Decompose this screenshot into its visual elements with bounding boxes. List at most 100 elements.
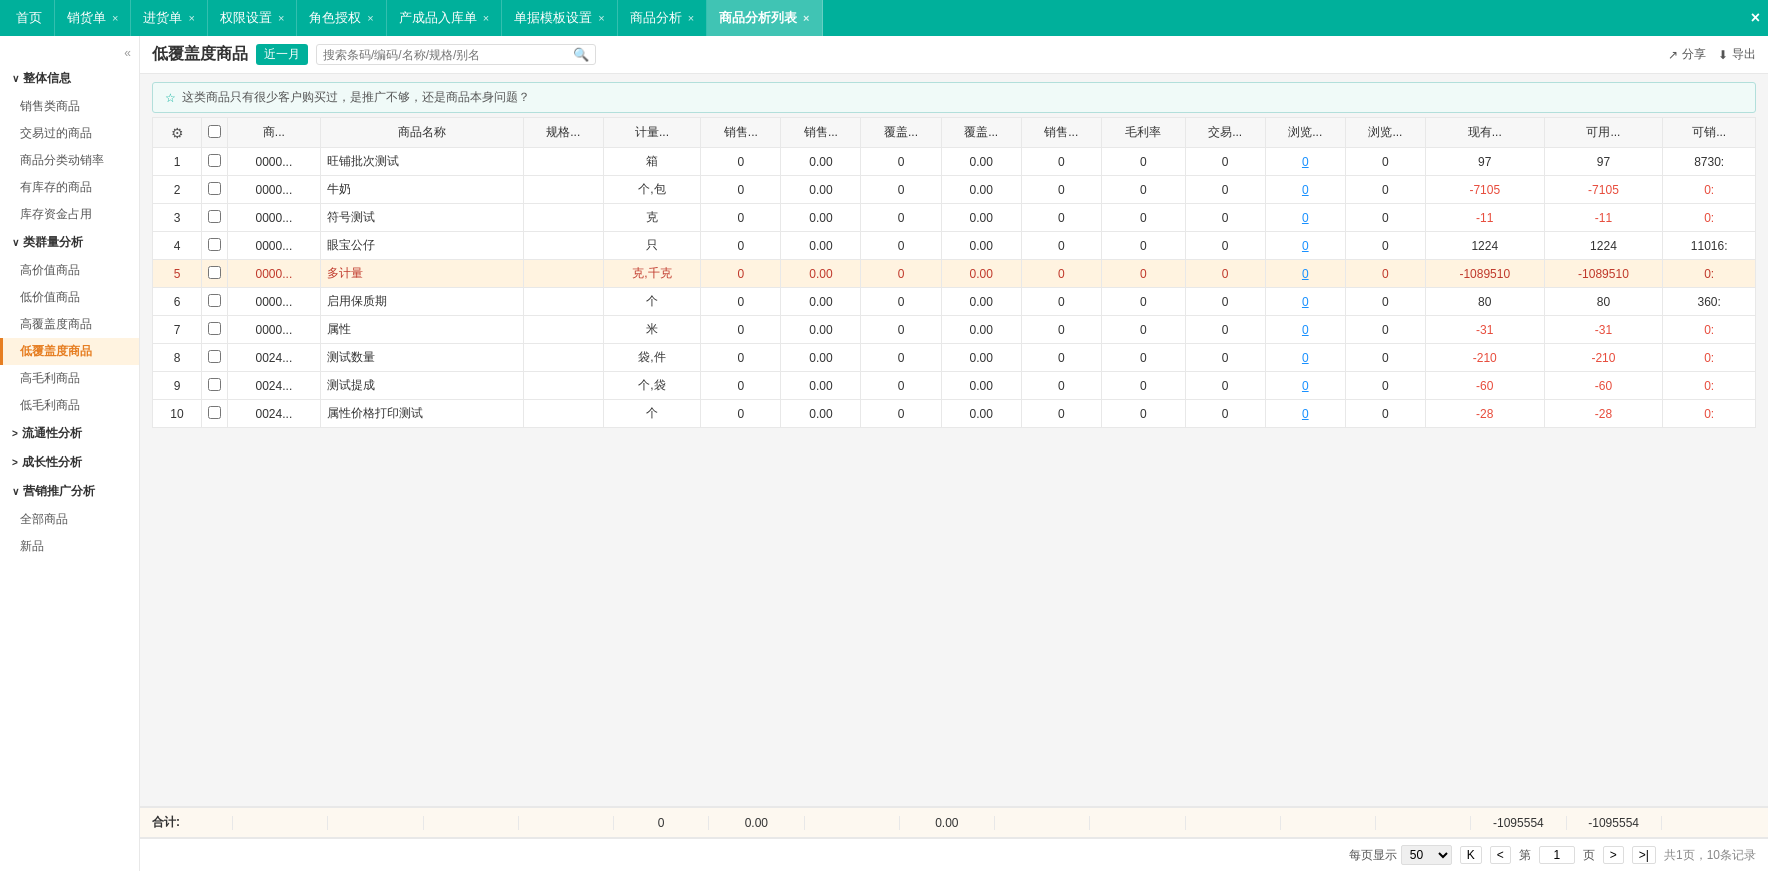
row-checkbox-cell[interactable] [202,372,228,400]
search-input[interactable] [323,48,573,62]
prev-page-button[interactable]: < [1490,846,1511,864]
data-table-container[interactable]: ⚙ 商... 商品名称 规格... 计量... 销售... 销售... 覆盖..… [152,117,1756,806]
sidebar-item-traded-goods[interactable]: 交易过的商品 [0,120,139,147]
row-checkbox[interactable] [208,350,221,363]
row-stock-now: -28 [1425,400,1544,428]
sidebar-item-high-coverage[interactable]: 高覆盖度商品 [0,311,139,338]
row-sales-amt: 0.00 [781,176,861,204]
page-number-input[interactable] [1539,846,1575,864]
nav-tab-instock[interactable]: 产成品入库单 × [387,0,502,36]
sidebar-item-low-value[interactable]: 低价值商品 [0,284,139,311]
row-view-cnt: 0 [1345,204,1425,232]
close-icon[interactable]: × [278,12,284,24]
row-view-link[interactable]: 0 [1265,400,1345,428]
sidebar-item-all-goods[interactable]: 全部商品 [0,506,139,533]
row-view-link[interactable]: 0 [1265,344,1345,372]
row-checkbox-cell[interactable] [202,204,228,232]
row-checkbox-cell[interactable] [202,232,228,260]
footer-spacer-7 [1089,816,1184,830]
row-checkbox[interactable] [208,322,221,335]
row-sales-qty: 0 [701,148,781,176]
row-view-link[interactable]: 0 [1265,372,1345,400]
sidebar-item-high-value[interactable]: 高价值商品 [0,257,139,284]
row-no: 4 [153,232,202,260]
row-checkbox-cell[interactable] [202,176,228,204]
row-checkbox[interactable] [208,154,221,167]
row-view-link[interactable]: 0 [1265,288,1345,316]
close-all-button[interactable]: × [1751,9,1760,27]
share-button[interactable]: ↗ 分享 [1668,46,1706,63]
sidebar-section-cluster[interactable]: ∨ 类群量分析 [0,228,139,257]
sidebar-item-new-goods[interactable]: 新品 [0,533,139,560]
sidebar-item-in-stock[interactable]: 有库存的商品 [0,174,139,201]
sidebar-item-low-profit[interactable]: 低毛利商品 [0,392,139,419]
row-view-link[interactable]: 0 [1265,260,1345,288]
sidebar-section-overall[interactable]: ∨ 整体信息 [0,64,139,93]
row-stock-sale: 0: [1663,204,1756,232]
row-code: 0024... [228,400,321,428]
row-view-link[interactable]: 0 [1265,176,1345,204]
tip-icon: ☆ [165,91,176,105]
row-cover-rate: 0.00 [941,400,1021,428]
footer-spacer-6 [994,816,1089,830]
sidebar-section-growth[interactable]: > 成长性分析 [0,448,139,477]
row-view-link[interactable]: 0 [1265,148,1345,176]
close-icon[interactable]: × [483,12,489,24]
nav-tab-analysis[interactable]: 商品分析 × [618,0,707,36]
row-stock-avail: 80 [1544,288,1663,316]
export-button[interactable]: ⬇ 导出 [1718,46,1756,63]
col-settings[interactable]: ⚙ [153,118,202,148]
close-icon[interactable]: × [188,12,194,24]
row-checkbox-cell[interactable] [202,400,228,428]
row-checkbox-cell[interactable] [202,148,228,176]
sidebar-section-liquidity[interactable]: > 流通性分析 [0,419,139,448]
close-icon[interactable]: × [688,12,694,24]
sidebar-item-category-rate[interactable]: 商品分类动销率 [0,147,139,174]
sidebar-item-high-profit[interactable]: 高毛利商品 [0,365,139,392]
next-page-button[interactable]: > [1603,846,1624,864]
footer-stock-avail-total: -1095554 [1566,816,1661,830]
pagination-bar: 每页显示 50 20 100 200 K < 第 页 > >| 共1页，10条记… [140,838,1768,871]
close-icon[interactable]: × [112,12,118,24]
row-trade: 0 [1185,176,1265,204]
col-checkbox[interactable] [202,118,228,148]
sidebar-collapse-button[interactable]: « [0,42,139,64]
row-checkbox[interactable] [208,266,221,279]
row-checkbox[interactable] [208,182,221,195]
nav-tab-role[interactable]: 角色授权 × [297,0,386,36]
close-icon[interactable]: × [598,12,604,24]
sidebar-section-marketing[interactable]: ∨ 营销推广分析 [0,477,139,506]
row-checkbox-cell[interactable] [202,316,228,344]
row-sales-rank: 0 [1021,372,1101,400]
row-checkbox[interactable] [208,406,221,419]
last-page-button[interactable]: >| [1632,846,1656,864]
row-view-cnt: 0 [1345,288,1425,316]
close-icon[interactable]: × [803,12,809,24]
sidebar-item-stock-capital[interactable]: 库存资金占用 [0,201,139,228]
row-view-link[interactable]: 0 [1265,232,1345,260]
row-checkbox-cell[interactable] [202,260,228,288]
first-page-button[interactable]: K [1460,846,1482,864]
row-view-link[interactable]: 0 [1265,204,1345,232]
nav-tab-purchase[interactable]: 进货单 × [131,0,207,36]
row-checkbox-cell[interactable] [202,288,228,316]
period-button[interactable]: 近一月 [256,44,308,65]
sidebar-item-low-coverage[interactable]: 低覆盖度商品 [0,338,139,365]
nav-tab-sales[interactable]: 销货单 × [55,0,131,36]
row-checkbox[interactable] [208,378,221,391]
close-icon[interactable]: × [367,12,373,24]
nav-tab-permission[interactable]: 权限设置 × [208,0,297,36]
row-cover-rate: 0.00 [941,148,1021,176]
row-view-link[interactable]: 0 [1265,316,1345,344]
row-checkbox[interactable] [208,294,221,307]
row-checkbox[interactable] [208,238,221,251]
nav-tab-analysis-list[interactable]: 商品分析列表 × [707,0,822,36]
row-checkbox-cell[interactable] [202,344,228,372]
nav-tab-home[interactable]: 首页 [4,0,55,36]
page-size-dropdown[interactable]: 50 20 100 200 [1401,845,1452,865]
sidebar-item-sales-goods[interactable]: 销售类商品 [0,93,139,120]
row-checkbox[interactable] [208,210,221,223]
search-icon[interactable]: 🔍 [573,47,589,62]
nav-tab-template[interactable]: 单据模板设置 × [502,0,617,36]
select-all-checkbox[interactable] [208,125,221,138]
